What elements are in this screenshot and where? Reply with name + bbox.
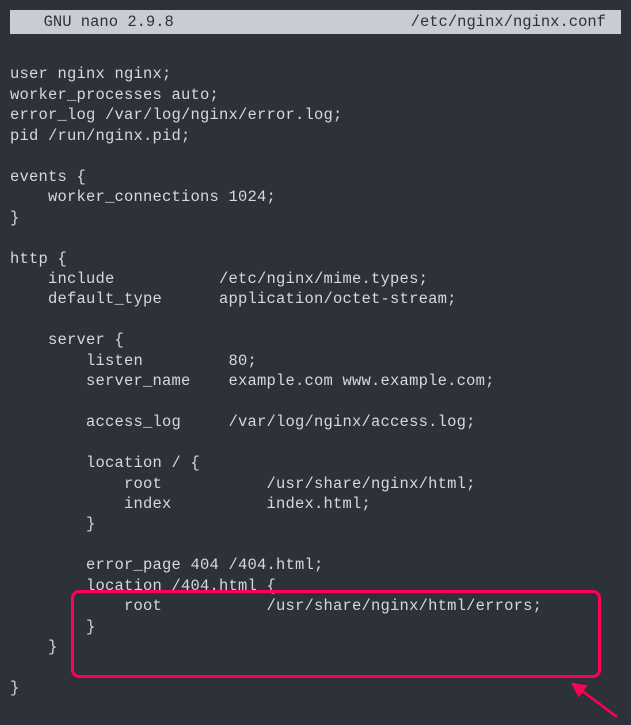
editor-content[interactable]: user nginx nginx; worker_processes auto;… bbox=[0, 34, 631, 709]
editor-titlebar: GNU nano 2.9.8 /etc/nginx/nginx.conf bbox=[10, 10, 621, 34]
editor-name-version: GNU nano 2.9.8 bbox=[25, 13, 174, 31]
editor-file-path: /etc/nginx/nginx.conf bbox=[411, 13, 606, 31]
